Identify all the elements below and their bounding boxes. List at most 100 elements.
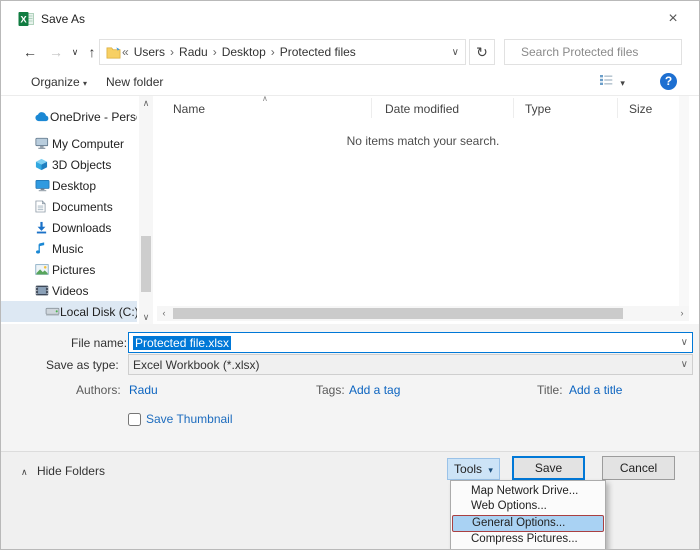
scroll-up-icon[interactable]: ∧ <box>139 96 153 110</box>
sidebar-scrollbar[interactable]: ∧ ∨ <box>139 96 153 324</box>
column-separator <box>617 98 618 118</box>
tools-chevron-icon: ▾ <box>488 465 493 475</box>
title-label: Title: <box>537 380 563 400</box>
sidebar-item-my-computer[interactable]: My Computer <box>1 133 137 154</box>
sidebar-item-desktop[interactable]: Desktop <box>1 175 137 196</box>
sidebar-item-videos[interactable]: Videos <box>1 280 137 301</box>
sidebar-item-onedrive[interactable]: OneDrive - Person <box>1 106 137 127</box>
view-options-button[interactable]: ▾ <box>599 74 625 89</box>
save-thumbnail-checkbox[interactable] <box>128 413 141 426</box>
breadcrumb-segment-radu[interactable]: Radu <box>175 45 212 59</box>
sidebar-item-local-disk-c[interactable]: Local Disk (C:) <box>1 301 137 322</box>
tools-button[interactable]: Tools ▾ <box>447 458 500 480</box>
organize-button[interactable]: Organize ▾ <box>31 73 87 91</box>
file-list: ∧ Name Date modified Type Size No items … <box>157 96 689 306</box>
sort-ascending-icon: ∧ <box>262 94 268 103</box>
recent-locations-chevron-icon[interactable]: ∨ <box>69 42 81 62</box>
column-separator <box>513 98 514 118</box>
column-header-date-modified[interactable]: Date modified <box>385 100 459 118</box>
save-as-type-label: Save as type: <box>46 355 119 375</box>
search-box <box>504 39 682 65</box>
menu-item-compress-pictures[interactable]: Compress Pictures... <box>452 532 604 547</box>
navigation-bar: ← → ∨ ↑ « Users › Radu › Desktop › Prote… <box>1 37 699 67</box>
navigation-pane: OneDrive - Person My Computer 3D Objects… <box>1 96 137 324</box>
save-as-type-value: Excel Workbook (*.xlsx) <box>133 358 259 372</box>
address-dropdown-chevron-icon[interactable]: ∨ <box>452 47 459 58</box>
sidebar-item-label: Music <box>52 242 83 256</box>
save-button[interactable]: Save <box>512 456 585 480</box>
save-thumbnail-option: Save Thumbnail <box>128 412 233 426</box>
breadcrumb-overflow[interactable]: « <box>121 45 130 59</box>
forward-icon[interactable]: → <box>47 42 65 62</box>
menu-item-general-options[interactable]: General Options... <box>452 515 604 532</box>
column-separator <box>371 98 372 118</box>
new-folder-label: New folder <box>106 75 163 89</box>
sidebar-item-label: Pictures <box>52 263 95 277</box>
hide-folders-button[interactable]: ∧ Hide Folders <box>21 464 105 478</box>
computer-icon <box>35 137 52 150</box>
file-name-input[interactable]: Protected file.xlsx ∨ <box>128 332 693 353</box>
refresh-icon[interactable]: ↻ <box>469 39 495 65</box>
tools-menu: Map Network Drive... Web Options... Gene… <box>450 480 606 550</box>
search-input[interactable] <box>521 45 676 59</box>
sidebar-item-label: Videos <box>52 284 88 298</box>
save-as-type-select[interactable]: Excel Workbook (*.xlsx) ∨ <box>128 354 693 375</box>
file-list-scrollbar[interactable] <box>679 96 689 306</box>
window-title: Save As <box>41 12 85 26</box>
add-tag-link[interactable]: Add a tag <box>349 380 400 400</box>
organize-chevron-icon: ▾ <box>83 79 87 88</box>
menu-item-map-network-drive[interactable]: Map Network Drive... <box>452 484 604 499</box>
close-icon[interactable]: × <box>663 9 683 29</box>
new-folder-button[interactable]: New folder <box>106 73 163 91</box>
column-header-name[interactable]: Name <box>173 100 205 118</box>
column-header-type[interactable]: Type <box>525 100 551 118</box>
cube-icon <box>35 158 52 171</box>
cancel-button[interactable]: Cancel <box>602 456 675 480</box>
scroll-left-icon[interactable]: ‹ <box>157 306 171 321</box>
column-header-size[interactable]: Size <box>629 100 652 118</box>
sidebar-item-3d-objects[interactable]: 3D Objects <box>1 154 137 175</box>
authors-value-link[interactable]: Radu <box>129 380 158 400</box>
sidebar-item-label: OneDrive - Person <box>50 110 137 124</box>
sidebar-item-documents[interactable]: Documents <box>1 196 137 217</box>
picture-icon <box>35 264 52 275</box>
organize-label: Organize <box>31 75 80 89</box>
add-title-link[interactable]: Add a title <box>569 380 622 400</box>
sidebar-item-label: Downloads <box>52 221 111 235</box>
sidebar-item-music[interactable]: Music <box>1 238 137 259</box>
save-as-dialog: X Save As × ← → ∨ ↑ « Users › Radu › Des… <box>0 0 700 550</box>
tools-label: Tools <box>454 462 482 476</box>
save-as-type-chevron-icon[interactable]: ∨ <box>681 359 688 370</box>
music-note-icon <box>35 242 52 255</box>
breadcrumb-segment-desktop[interactable]: Desktop <box>218 45 270 59</box>
breadcrumb-segment-protected-files[interactable]: Protected files <box>276 45 360 59</box>
scrollbar-thumb[interactable] <box>173 308 623 319</box>
main-area: OneDrive - Person My Computer 3D Objects… <box>1 96 699 324</box>
command-bar: Organize ▾ New folder ▾ ? <box>1 67 699 96</box>
sidebar-item-pictures[interactable]: Pictures <box>1 259 137 280</box>
back-icon[interactable]: ← <box>21 42 39 62</box>
disk-drive-icon <box>45 306 60 317</box>
hide-folders-label: Hide Folders <box>37 464 105 478</box>
sidebar-item-label: Documents <box>52 200 113 214</box>
film-icon <box>35 285 52 296</box>
scroll-down-icon[interactable]: ∨ <box>139 310 153 324</box>
save-thumbnail-label: Save Thumbnail <box>146 412 233 426</box>
help-icon[interactable]: ? <box>660 73 677 90</box>
excel-icon: X <box>18 11 34 27</box>
scroll-right-icon[interactable]: › <box>675 306 689 321</box>
scrollbar-thumb[interactable] <box>141 236 151 292</box>
title-bar: X Save As × <box>1 1 699 37</box>
sidebar-item-label: Local Disk (C:) <box>60 305 137 319</box>
file-name-chevron-icon[interactable]: ∨ <box>681 337 688 348</box>
menu-item-web-options[interactable]: Web Options... <box>452 499 604 514</box>
breadcrumb: « Users › Radu › Desktop › Protected fil… <box>99 39 466 65</box>
cloud-icon <box>35 111 50 122</box>
authors-label: Authors: <box>76 380 121 400</box>
horizontal-scrollbar[interactable]: ‹ › <box>157 306 689 321</box>
sidebar-item-label: 3D Objects <box>52 158 111 172</box>
sidebar-item-downloads[interactable]: Downloads <box>1 217 137 238</box>
view-options-chevron-icon: ▾ <box>620 78 625 88</box>
breadcrumb-segment-users[interactable]: Users <box>130 45 169 59</box>
sidebar-item-label: My Computer <box>52 137 124 151</box>
